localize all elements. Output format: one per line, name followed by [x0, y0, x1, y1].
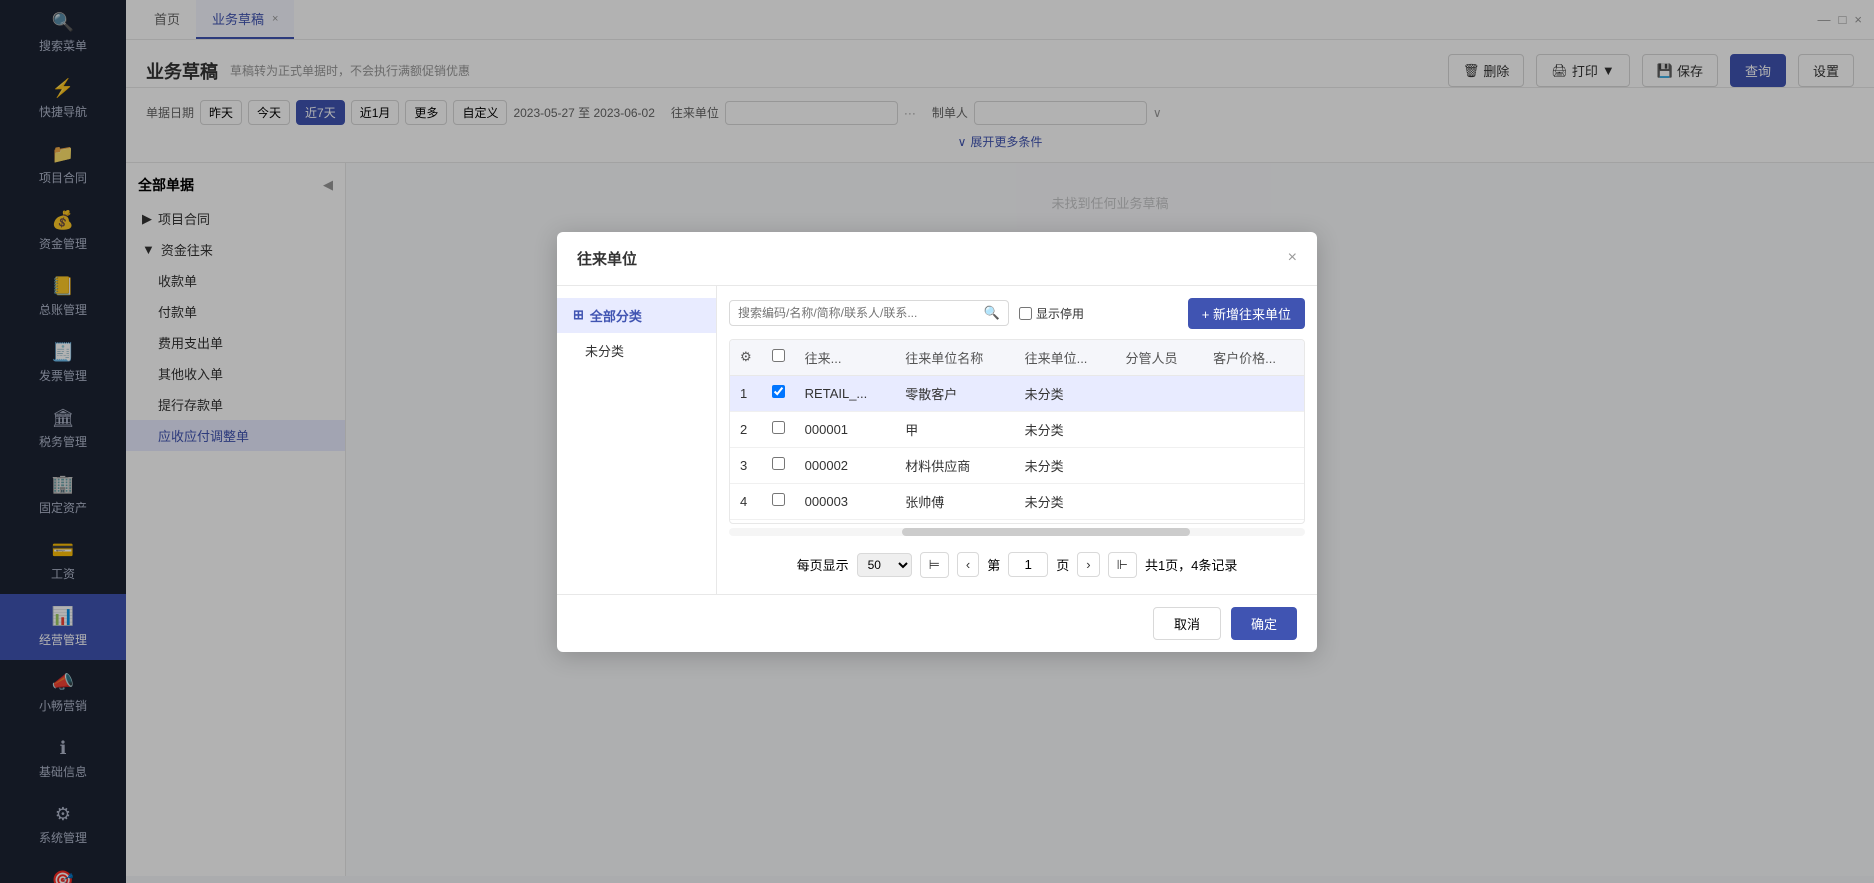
search-box: 🔍 [729, 300, 1009, 326]
first-page-button[interactable]: ⊨ [920, 552, 949, 578]
row-category: 未分类 [1015, 483, 1116, 519]
table-row[interactable]: 2 000001 甲 未分类 [730, 411, 1304, 447]
pagination: 每页显示 50 100 ⊨ ‹ 第 页 › ⊩ 共1页，4条记录 [729, 540, 1305, 582]
row-price [1203, 483, 1304, 519]
confirm-button[interactable]: 确定 [1231, 607, 1297, 640]
col-checkbox[interactable] [762, 340, 795, 376]
search-input[interactable] [738, 306, 984, 320]
col-code: 往来... [795, 340, 896, 376]
disabled-checkbox-input[interactable] [1019, 307, 1032, 320]
dialog-body: ⊞ 全部分类 未分类 🔍 显示停用 [557, 286, 1317, 594]
scrollbar-thumb[interactable] [902, 528, 1190, 536]
dialog-header: 往来单位 × [557, 232, 1317, 286]
row-checkbox[interactable] [772, 385, 785, 398]
row-manager [1115, 375, 1203, 411]
next-page-button[interactable]: › [1077, 552, 1099, 577]
dialog-category-panel: ⊞ 全部分类 未分类 [557, 286, 717, 594]
col-name: 往来单位名称 [895, 340, 1014, 376]
row-manager [1115, 411, 1203, 447]
row-checkbox[interactable] [772, 493, 785, 506]
row-price [1203, 411, 1304, 447]
row-no: 2 [730, 411, 762, 447]
col-manager: 分管人员 [1115, 340, 1203, 376]
dialog-overlay: 往来单位 × ⊞ 全部分类 未分类 🔍 [0, 0, 1874, 883]
prev-page-button[interactable]: ‹ [957, 552, 979, 577]
per-page-select[interactable]: 50 100 [857, 553, 912, 577]
grid-icon: ⊞ [573, 307, 584, 323]
new-counterpart-button[interactable]: + 新增往来单位 [1188, 298, 1305, 329]
col-price: 客户价格... [1203, 340, 1304, 376]
page-word: 第 [987, 555, 1000, 574]
counterpart-table: ⚙ 往来... 往来单位名称 往来单位... 分管人员 客户价格... [729, 339, 1305, 524]
row-category: 未分类 [1015, 411, 1116, 447]
row-name: 甲 [895, 411, 1014, 447]
row-name: 张帅傅 [895, 483, 1014, 519]
row-name: 零散客户 [895, 375, 1014, 411]
row-price [1203, 375, 1304, 411]
category-all[interactable]: ⊞ 全部分类 [557, 298, 716, 333]
page-unit: 页 [1056, 555, 1069, 574]
category-unclassified[interactable]: 未分类 [557, 333, 716, 368]
col-settings[interactable]: ⚙ [730, 340, 762, 376]
col-category: 往来单位... [1015, 340, 1116, 376]
row-code: 000002 [795, 447, 896, 483]
row-name: 材料供应商 [895, 447, 1014, 483]
cancel-button[interactable]: 取消 [1153, 607, 1221, 640]
show-disabled-checkbox[interactable]: 显示停用 [1019, 305, 1084, 322]
search-icon: 🔍 [984, 305, 1000, 321]
last-page-button[interactable]: ⊩ [1108, 552, 1137, 578]
row-code: RETAIL_... [795, 375, 896, 411]
row-no: 4 [730, 483, 762, 519]
total-info: 共1页，4条记录 [1145, 555, 1237, 574]
table-row[interactable]: 4 000003 张帅傅 未分类 [730, 483, 1304, 519]
dialog-toolbar: 🔍 显示停用 + 新增往来单位 [729, 298, 1305, 329]
row-code: 000003 [795, 483, 896, 519]
row-no: 3 [730, 447, 762, 483]
per-page-label: 每页显示 [797, 555, 849, 574]
dialog-right-panel: 🔍 显示停用 + 新增往来单位 ⚙ [717, 286, 1317, 594]
horizontal-scrollbar[interactable] [729, 528, 1305, 536]
row-checkbox[interactable] [772, 457, 785, 470]
table: ⚙ 往来... 往来单位名称 往来单位... 分管人员 客户价格... [730, 340, 1304, 520]
select-all-checkbox[interactable] [772, 349, 785, 362]
dialog-title: 往来单位 [577, 248, 637, 269]
row-category: 未分类 [1015, 375, 1116, 411]
counterpart-dialog: 往来单位 × ⊞ 全部分类 未分类 🔍 [557, 232, 1317, 652]
row-no: 1 [730, 375, 762, 411]
row-checkbox[interactable] [772, 421, 785, 434]
row-code: 000001 [795, 411, 896, 447]
row-manager [1115, 483, 1203, 519]
row-price [1203, 447, 1304, 483]
row-manager [1115, 447, 1203, 483]
row-category: 未分类 [1015, 447, 1116, 483]
dialog-close-button[interactable]: × [1288, 249, 1297, 267]
table-row[interactable]: 1 RETAIL_... 零散客户 未分类 [730, 375, 1304, 411]
page-number-input[interactable] [1008, 552, 1048, 577]
dialog-footer: 取消 确定 [557, 594, 1317, 652]
table-row[interactable]: 3 000002 材料供应商 未分类 [730, 447, 1304, 483]
